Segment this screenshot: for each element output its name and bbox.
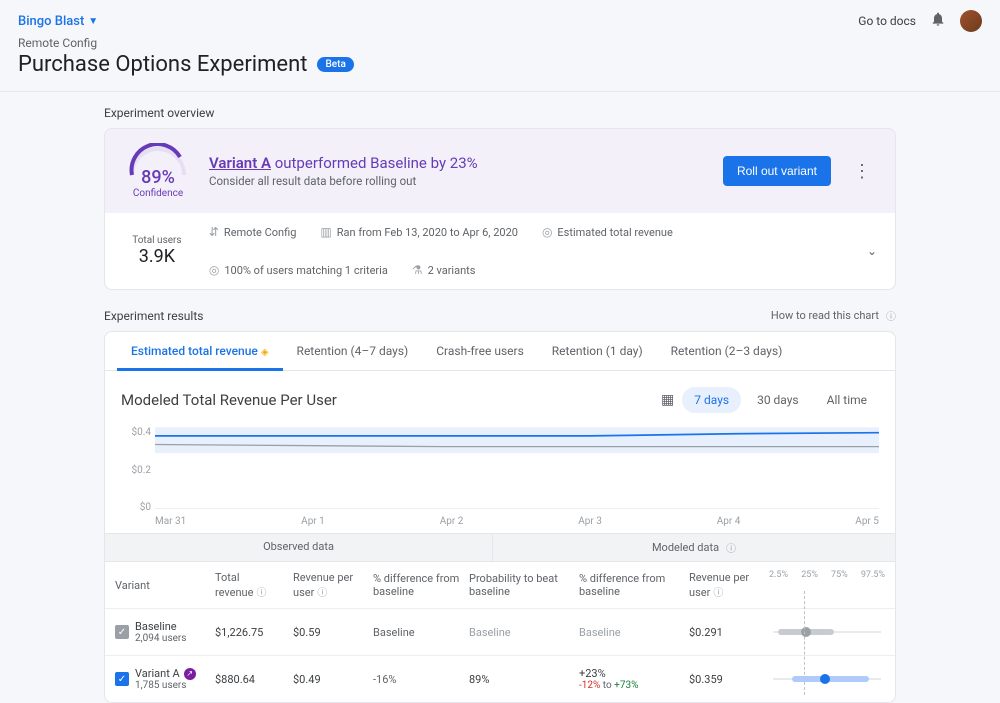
variant-range-bar — [769, 664, 885, 694]
metric-tabs: Estimated total revenue◈ Retention (4–7 … — [105, 332, 895, 371]
results-label: Experiment results — [104, 309, 203, 323]
xtick: Apr 5 — [855, 516, 879, 527]
ytick: $0 — [121, 502, 151, 513]
range-all-time[interactable]: All time — [815, 387, 879, 413]
confidence-label: Confidence — [133, 188, 183, 199]
tab-crash-free[interactable]: Crash-free users — [422, 332, 538, 370]
meta-source: ⇵Remote Config — [209, 225, 297, 239]
ytick: $0.4 — [121, 427, 151, 438]
tab-retention-2-3[interactable]: Retention (2–3 days) — [657, 332, 797, 370]
expand-chevron-icon[interactable]: ⌄ — [867, 244, 877, 258]
overview-label: Experiment overview — [104, 106, 896, 120]
xtick: Apr 3 — [578, 516, 602, 527]
chevron-down-icon: ▼ — [88, 16, 98, 27]
overflow-menu-icon[interactable]: ⋮ — [847, 161, 877, 182]
help-icon: ⓘ — [886, 308, 896, 323]
table-header-row: Variant Total revenueⓘ Revenue per userⓘ… — [105, 562, 895, 608]
project-name: Bingo Blast — [18, 14, 84, 29]
meta-targeting: ◎100% of users matching 1 criteria — [209, 263, 388, 277]
help-icon: ⓘ — [713, 588, 723, 599]
table-row: ✓ Variant A ↗ 1,785 users $880.64 $0.49 … — [105, 655, 895, 702]
help-icon: ⓘ — [726, 540, 736, 555]
breadcrumb: Remote Config — [18, 36, 982, 50]
beta-badge: Beta — [317, 57, 353, 72]
how-to-read-link[interactable]: How to read this chartⓘ — [771, 308, 896, 323]
calendar-icon: ▥ — [320, 225, 331, 239]
variant-checkbox[interactable]: ✓ — [115, 672, 129, 686]
xtick: Apr 1 — [301, 516, 325, 527]
docs-link[interactable]: Go to docs — [858, 14, 916, 28]
target-icon: ◎ — [542, 225, 552, 239]
tab-estimated-revenue[interactable]: Estimated total revenue◈ — [117, 332, 283, 370]
results-card: Estimated total revenue◈ Retention (4–7 … — [104, 331, 896, 703]
baseline-range-bar — [769, 617, 885, 647]
branch-icon: ⇵ — [209, 225, 219, 239]
xtick: Mar 31 — [155, 516, 186, 527]
range-30-days[interactable]: 30 days — [745, 387, 811, 413]
overview-card: 89% Confidence Variant A outperformed Ba… — [104, 128, 896, 290]
ytick: $0.2 — [121, 465, 151, 476]
xtick: Apr 4 — [717, 516, 741, 527]
variant-checkbox[interactable]: ✓ — [115, 625, 129, 639]
summary-variant-name: Variant A — [209, 154, 271, 172]
calendar-icon[interactable]: ▦ — [661, 392, 674, 408]
project-selector[interactable]: Bingo Blast ▼ — [18, 14, 98, 29]
page-title: Purchase Options Experiment — [18, 52, 307, 77]
flask-icon: ⚗ — [412, 263, 423, 277]
confidence-gauge: 89% Confidence — [123, 143, 193, 199]
meta-variants: ⚗2 variants — [412, 263, 476, 277]
modeled-data-header: Modeled dataⓘ — [493, 534, 895, 561]
total-users-value: 3.9K — [139, 246, 175, 267]
meta-goal: ◎Estimated total revenue — [542, 225, 673, 239]
chart-title: Modeled Total Revenue Per User — [121, 391, 337, 409]
range-7-days[interactable]: 7 days — [682, 387, 741, 413]
leader-badge-icon: ↗ — [184, 668, 196, 680]
rollout-button[interactable]: Roll out variant — [723, 156, 831, 186]
table-row: ✓ Baseline 2,094 users $1,226.75 $0.59 B… — [105, 608, 895, 655]
summary-headline: Variant A outperformed Baseline by 23% — [209, 154, 707, 172]
meta-dates: ▥Ran from Feb 13, 2020 to Apr 6, 2020 — [320, 225, 518, 239]
avatar[interactable] — [960, 10, 982, 32]
revenue-chart: $0.4 $0.2 $0 Mar 31 Apr 1 Apr 2 Apr 3 Ap… — [105, 413, 895, 533]
total-users-label: Total users — [132, 235, 181, 246]
help-icon: ⓘ — [317, 588, 327, 599]
scope-icon: ◎ — [209, 263, 219, 277]
summary-subline: Consider all result data before rolling … — [209, 174, 707, 188]
observed-data-header: Observed data — [105, 534, 493, 561]
tab-retention-1[interactable]: Retention (1 day) — [538, 332, 657, 370]
xtick: Apr 2 — [440, 516, 464, 527]
help-icon: ⓘ — [256, 588, 266, 599]
goal-star-icon: ◈ — [261, 347, 269, 358]
notification-bell-icon[interactable] — [930, 11, 946, 31]
tab-retention-4-7[interactable]: Retention (4–7 days) — [283, 332, 423, 370]
